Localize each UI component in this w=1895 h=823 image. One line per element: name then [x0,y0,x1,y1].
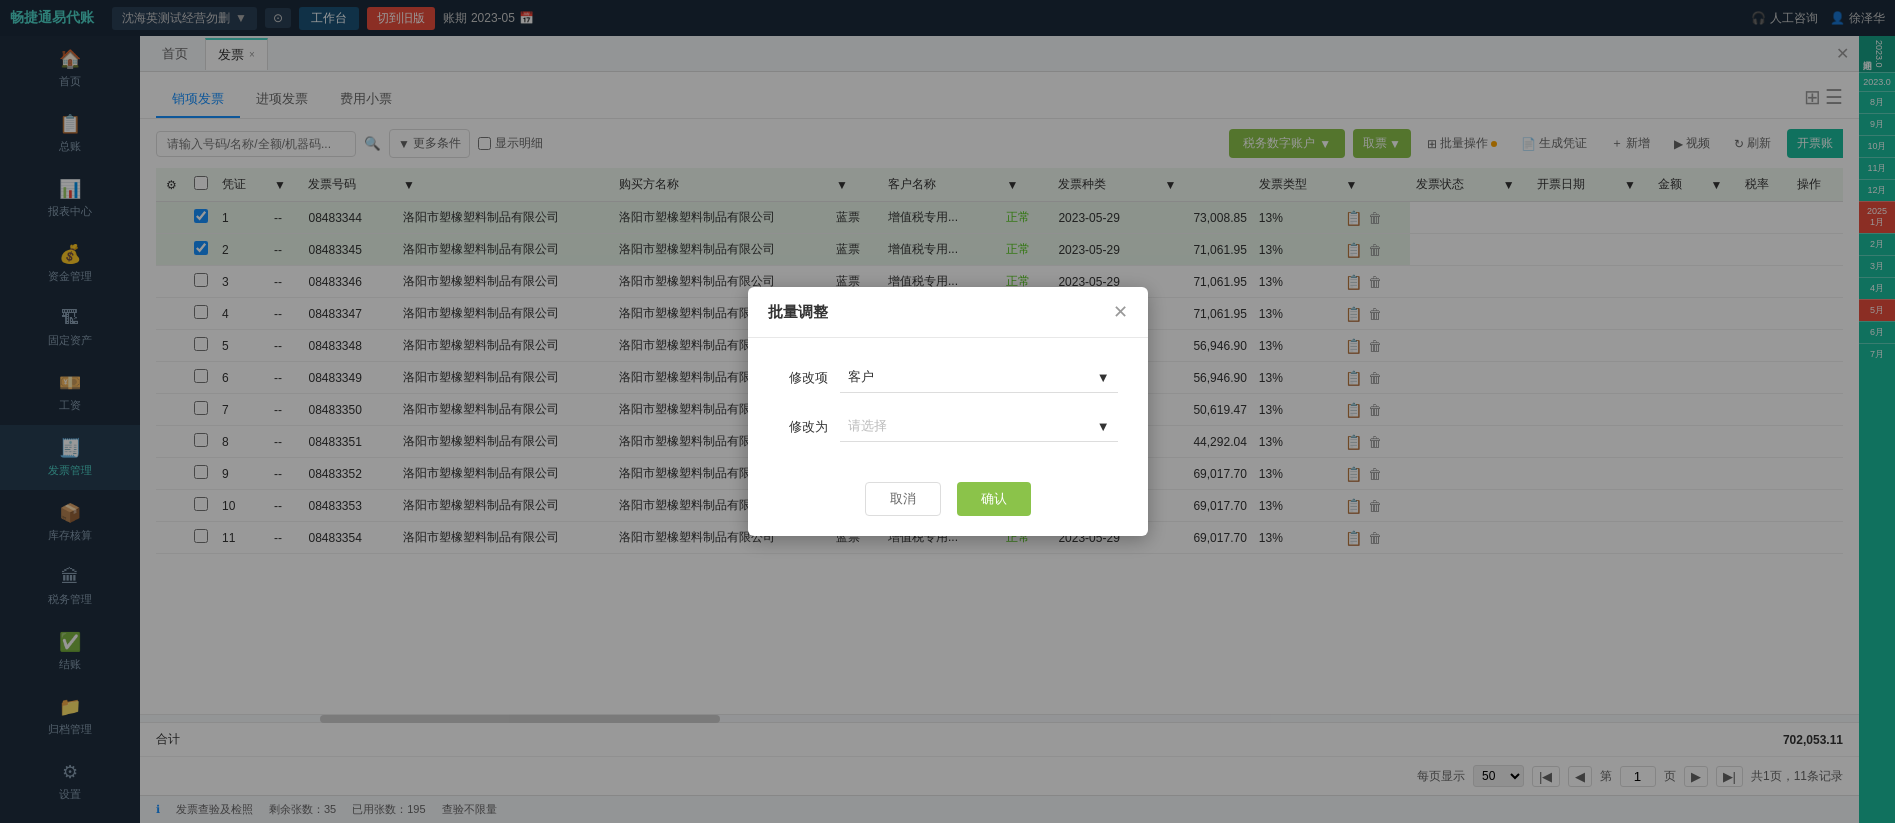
batch-adjust-modal: 批量调整 ✕ 修改项 客户 ▼ 修改为 请选择 ▼ 取消 确认 [748,287,1148,536]
modal-footer: 取消 确认 [748,466,1148,536]
cancel-btn[interactable]: 取消 [865,482,941,516]
modal-body: 修改项 客户 ▼ 修改为 请选择 ▼ [748,338,1148,466]
modal-row-modify-item: 修改项 客户 ▼ [778,362,1118,393]
modify-to-select[interactable]: 请选择 ▼ [840,411,1118,442]
modal-overlay: 批量调整 ✕ 修改项 客户 ▼ 修改为 请选择 ▼ 取消 确认 [0,0,1895,823]
confirm-btn[interactable]: 确认 [957,482,1031,516]
modal-row-modify-to: 修改为 请选择 ▼ [778,411,1118,442]
modify-item-dropdown-icon: ▼ [1097,370,1110,385]
modify-item-label: 修改项 [778,369,828,387]
modal-title: 批量调整 [768,303,828,322]
modify-item-select[interactable]: 客户 ▼ [840,362,1118,393]
modal-close-btn[interactable]: ✕ [1113,301,1128,323]
modify-to-label: 修改为 [778,418,828,436]
modify-to-dropdown-icon: ▼ [1097,419,1110,434]
modal-header: 批量调整 ✕ [748,287,1148,338]
modify-to-placeholder: 请选择 [848,417,887,435]
modify-item-value: 客户 [848,368,874,386]
